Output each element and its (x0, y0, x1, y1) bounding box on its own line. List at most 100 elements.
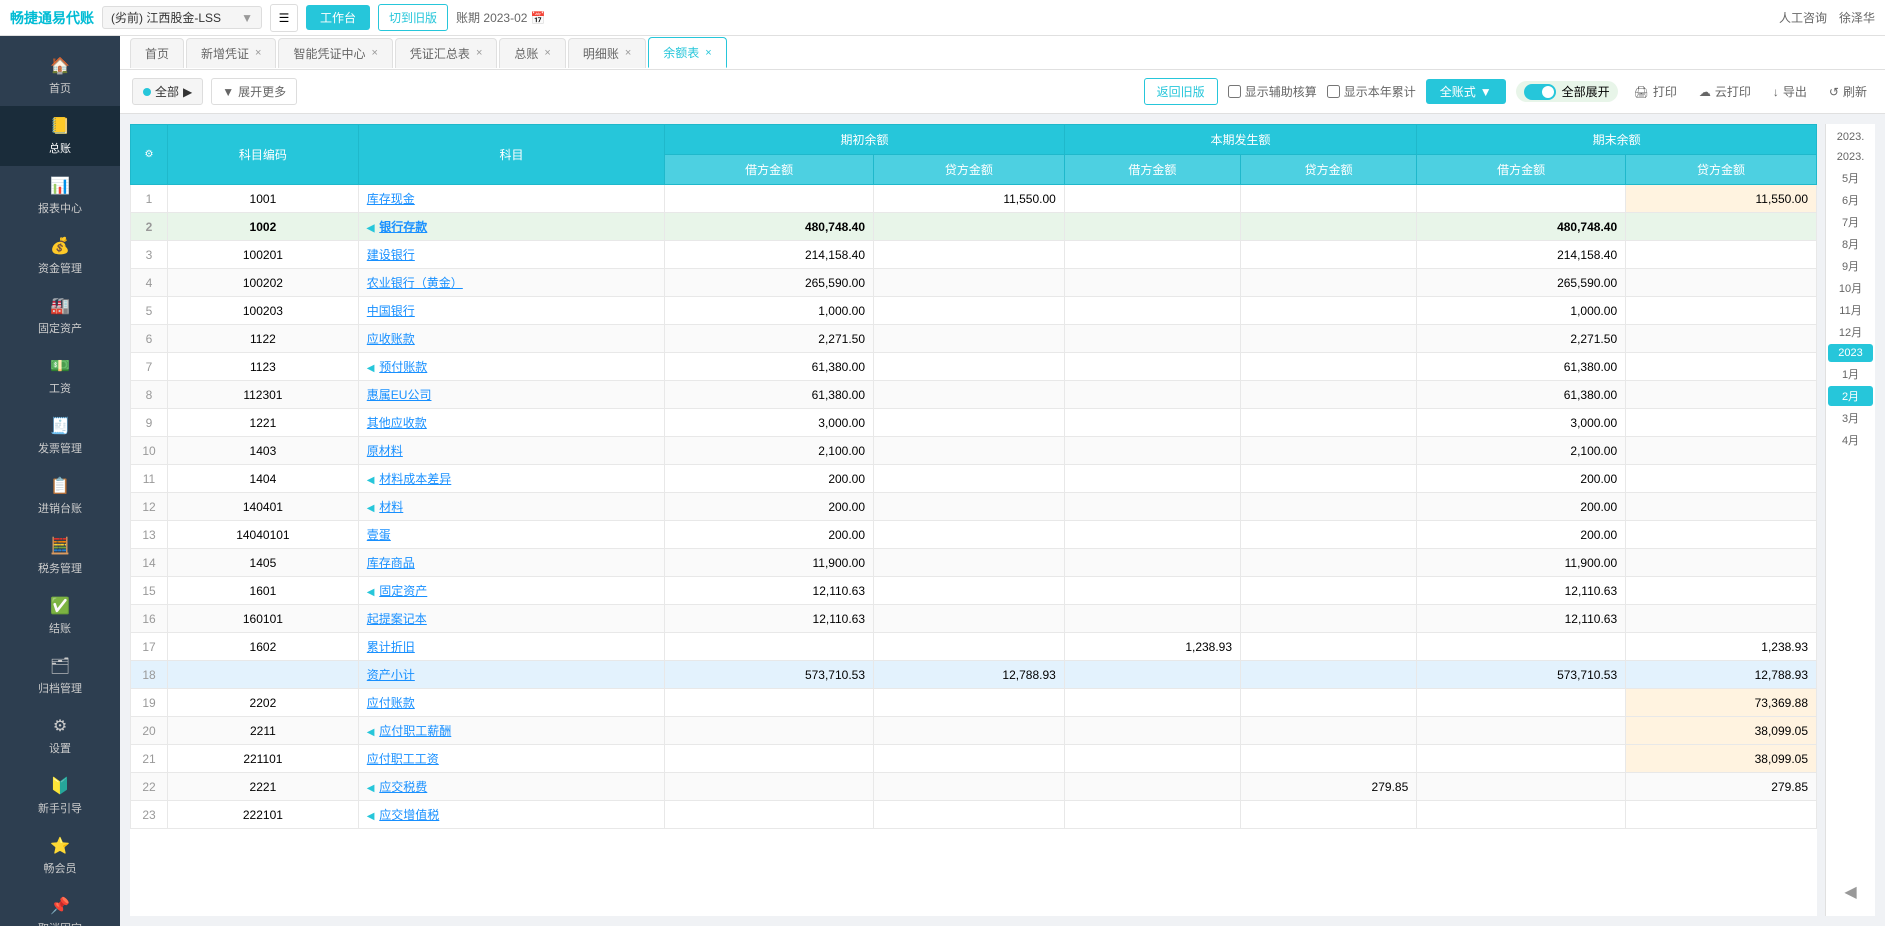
year-2023-active[interactable]: 2023 (1828, 344, 1873, 362)
cell-eb-credit[interactable] (1626, 493, 1817, 521)
account-name-link[interactable]: 库存商品 (367, 556, 415, 570)
sidebar-item-settle[interactable]: ✅ 结账 (0, 586, 120, 646)
cell-eb-credit[interactable] (1626, 437, 1817, 465)
tab-smart-center-close[interactable]: × (371, 47, 377, 59)
row-name[interactable]: ◀ 固定资产 (358, 577, 664, 605)
sidebar-item-archive[interactable]: 🗂 归档管理 (0, 646, 120, 706)
cell-eb-debit[interactable]: 11,900.00 (1417, 549, 1626, 577)
cell-ob-debit[interactable]: 200.00 (665, 521, 874, 549)
cell-cp-credit[interactable] (1241, 409, 1417, 437)
cell-ob-debit[interactable] (665, 801, 874, 829)
toggle-track[interactable] (1524, 84, 1556, 100)
cell-eb-debit[interactable] (1417, 717, 1626, 745)
cell-eb-debit[interactable]: 2,271.50 (1417, 325, 1626, 353)
show-aux-checkbox[interactable]: 显示辅助核算 (1228, 83, 1317, 100)
year-2023-top[interactable]: 2023. (1828, 128, 1873, 146)
cell-ob-debit[interactable]: 214,158.40 (665, 241, 874, 269)
month-3[interactable]: 3月 (1828, 408, 1873, 428)
tab-new-voucher-close[interactable]: × (255, 47, 261, 59)
cell-ob-credit[interactable] (874, 577, 1065, 605)
tab-balance-sheet[interactable]: 余额表 × (648, 37, 726, 68)
account-name-link[interactable]: 建设银行 (367, 248, 415, 262)
cell-cp-debit[interactable] (1064, 689, 1240, 717)
cell-ob-debit[interactable]: 480,748.40 (665, 213, 874, 241)
cell-ob-credit[interactable] (874, 269, 1065, 297)
cell-ob-debit[interactable]: 2,271.50 (665, 325, 874, 353)
sidebar-item-reports[interactable]: 📊 报表中心 (0, 166, 120, 226)
cell-ob-credit[interactable] (874, 493, 1065, 521)
cell-cp-debit[interactable] (1064, 801, 1240, 829)
refresh-button[interactable]: ↺ 刷新 (1823, 81, 1873, 102)
month-8[interactable]: 8月 (1828, 234, 1873, 254)
account-name-link[interactable]: 资产小计 (367, 668, 415, 682)
expand-all-toggle[interactable]: 全部展开 (1516, 81, 1618, 102)
cell-cp-credit[interactable] (1241, 633, 1417, 661)
expand-arrow-icon[interactable]: ◀ (367, 503, 377, 514)
cell-eb-credit[interactable]: 12,788.93 (1626, 661, 1817, 689)
cell-cp-debit[interactable] (1064, 577, 1240, 605)
cell-ob-credit[interactable] (874, 325, 1065, 353)
cell-cp-debit[interactable] (1064, 745, 1240, 773)
tab-smart-center[interactable]: 智能凭证中心 × (278, 38, 392, 68)
cell-eb-credit[interactable]: 1,238.93 (1626, 633, 1817, 661)
cell-eb-debit[interactable]: 61,380.00 (1417, 381, 1626, 409)
cell-ob-credit[interactable] (874, 521, 1065, 549)
month-2-active[interactable]: 2月 (1828, 386, 1873, 406)
cell-ob-debit[interactable] (665, 717, 874, 745)
cell-cp-credit[interactable] (1241, 493, 1417, 521)
expand-arrow-icon[interactable]: ◀ (367, 727, 377, 738)
cell-cp-debit[interactable] (1064, 353, 1240, 381)
sidebar-item-guide[interactable]: 🔰 新手引导 (0, 766, 120, 826)
cell-ob-debit[interactable] (665, 185, 874, 213)
row-name[interactable]: ◀ 应交增值税 (358, 801, 664, 829)
row-name[interactable]: 资产小计 (358, 661, 664, 689)
account-name-link[interactable]: 其他应收款 (367, 416, 427, 430)
row-name[interactable]: 应收账款 (358, 325, 664, 353)
cell-ob-credit[interactable] (874, 745, 1065, 773)
account-name-link[interactable]: 银行存款 (379, 220, 427, 234)
row-name[interactable]: 库存现金 (358, 185, 664, 213)
cell-eb-credit[interactable] (1626, 213, 1817, 241)
cell-cp-credit[interactable] (1241, 381, 1417, 409)
month-12[interactable]: 12月 (1828, 322, 1873, 342)
cell-ob-debit[interactable] (665, 633, 874, 661)
tab-detail-ledger-close[interactable]: × (625, 47, 631, 59)
cell-ob-credit[interactable] (874, 773, 1065, 801)
account-name-link[interactable]: 应付职工薪酬 (379, 724, 451, 738)
cell-eb-debit[interactable] (1417, 745, 1626, 773)
workbench-button[interactable]: 工作台 (306, 5, 370, 30)
cell-cp-debit[interactable] (1064, 325, 1240, 353)
cell-cp-credit[interactable] (1241, 605, 1417, 633)
cell-eb-debit[interactable] (1417, 185, 1626, 213)
cell-eb-credit[interactable]: 73,369.88 (1626, 689, 1817, 717)
cell-ob-credit[interactable] (874, 353, 1065, 381)
account-name-link[interactable]: 壹蛋 (367, 528, 391, 542)
cell-cp-debit[interactable] (1064, 269, 1240, 297)
tab-voucher-summary-close[interactable]: × (476, 47, 482, 59)
cell-ob-credit[interactable] (874, 549, 1065, 577)
company-icon-btn[interactable]: ☰ (270, 4, 298, 32)
cell-cp-credit[interactable]: 279.85 (1241, 773, 1417, 801)
filter-button[interactable]: 全部 ▶ (132, 78, 203, 105)
cloud-print-button[interactable]: ☁ 云打印 (1693, 81, 1757, 102)
cell-cp-credit[interactable] (1241, 521, 1417, 549)
sidebar-item-sales[interactable]: 📋 进销台账 (0, 466, 120, 526)
cell-cp-debit[interactable] (1064, 465, 1240, 493)
account-name-link[interactable]: 起提案记本 (367, 612, 427, 626)
account-name-link[interactable]: 惠属EU公司 (367, 388, 432, 402)
cell-ob-debit[interactable]: 265,590.00 (665, 269, 874, 297)
cell-cp-debit[interactable] (1064, 297, 1240, 325)
cell-eb-debit[interactable]: 3,000.00 (1417, 409, 1626, 437)
cell-eb-credit[interactable] (1626, 577, 1817, 605)
cell-cp-debit[interactable] (1064, 241, 1240, 269)
print-button[interactable]: 🖨 打印 (1628, 81, 1683, 102)
gear-icon[interactable]: ⚙ (139, 145, 159, 165)
month-11[interactable]: 11月 (1828, 300, 1873, 320)
cell-eb-credit[interactable] (1626, 409, 1817, 437)
cell-ob-debit[interactable]: 12,110.63 (665, 577, 874, 605)
cell-eb-credit[interactable] (1626, 325, 1817, 353)
sidebar-item-invoice[interactable]: 🧾 发票管理 (0, 406, 120, 466)
account-name-link[interactable]: 累计折旧 (367, 640, 415, 654)
expand-arrow-icon[interactable]: ◀ (367, 475, 377, 486)
account-name-link[interactable]: 材料成本差异 (379, 472, 451, 486)
